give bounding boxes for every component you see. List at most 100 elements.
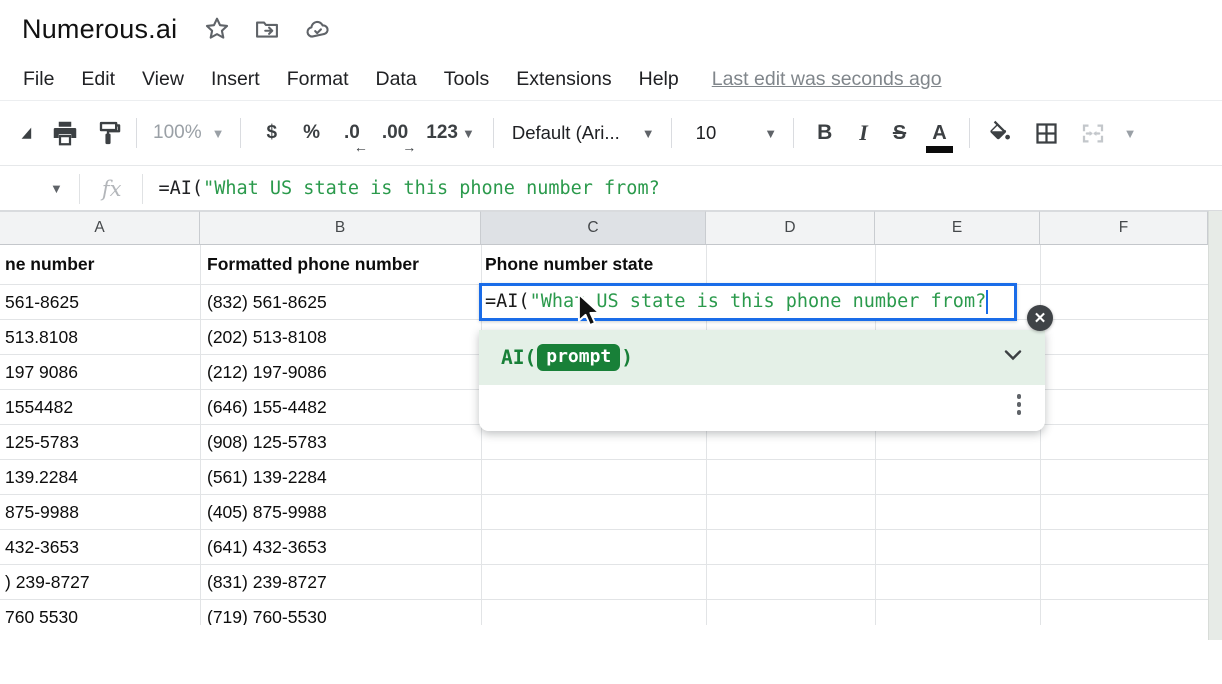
arrow-right-icon: → <box>402 139 416 155</box>
menu-edit[interactable]: Edit <box>81 68 115 91</box>
toolbar-divider <box>793 118 794 148</box>
cell-a11[interactable]: 760 5530 <box>0 600 199 625</box>
menu-help[interactable]: Help <box>639 68 679 91</box>
menu-insert[interactable]: Insert <box>211 68 260 91</box>
table-row: 875-9988(405) 875-9988 <box>0 495 1208 530</box>
cell-b9[interactable]: (641) 432-3653 <box>200 530 480 564</box>
cell-a7[interactable]: 139.2284 <box>0 460 199 494</box>
cell-b8[interactable]: (405) 875-9988 <box>200 495 480 529</box>
col-header-d[interactable]: D <box>706 211 875 245</box>
font-family-select[interactable]: Default (Ari... ▼ <box>512 122 655 144</box>
cell-a10[interactable]: ) 239-8727 <box>0 565 199 599</box>
cell-b7[interactable]: (561) 139-2284 <box>200 460 480 494</box>
hint-function-name: AI( <box>501 346 536 369</box>
menubar: File Edit View Insert Format Data Tools … <box>0 58 1222 100</box>
hint-footer-row <box>479 385 1045 431</box>
toolbar-divider <box>136 118 137 148</box>
print-icon[interactable] <box>50 118 80 148</box>
borders-icon[interactable] <box>1033 120 1060 147</box>
close-glyph: ✕ <box>1034 309 1047 327</box>
font-size-value: 10 <box>696 122 717 144</box>
menu-format[interactable]: Format <box>287 68 349 91</box>
zoom-control[interactable]: 100% ▼ <box>153 122 224 144</box>
chevron-down-icon: ▼ <box>642 127 655 140</box>
cell-a3[interactable]: 513.8108 <box>0 320 199 354</box>
vertical-scrollbar[interactable] <box>1208 211 1222 640</box>
table-row: 432-3653(641) 432-3653 <box>0 530 1208 565</box>
cell-a2[interactable]: 561-8625 <box>0 285 199 319</box>
menu-extensions[interactable]: Extensions <box>516 68 611 91</box>
col-header-b[interactable]: B <box>200 211 481 245</box>
cloud-saved-icon <box>303 15 333 43</box>
more-options-icon[interactable] <box>1017 394 1022 415</box>
table-row: ) 239-8727(831) 239-8727 <box>0 565 1208 600</box>
bold-button[interactable]: B <box>817 121 832 145</box>
menu-file[interactable]: File <box>23 68 54 91</box>
name-box-chevron-icon[interactable]: ▼ <box>50 181 63 196</box>
italic-button[interactable]: I <box>859 120 868 146</box>
cell-b11[interactable]: (719) 760-5530 <box>200 600 480 625</box>
format-percent-button[interactable]: % <box>303 122 320 144</box>
col-header-f[interactable]: F <box>1040 211 1208 245</box>
cell-b2[interactable]: (832) 561-8625 <box>200 285 480 319</box>
function-hint-popup: AI(prompt) <box>479 330 1045 431</box>
cell-b6[interactable]: (908) 125-5783 <box>200 425 480 459</box>
hint-argument-chip: prompt <box>537 344 620 371</box>
increase-decimal-button[interactable]: .00→ <box>382 122 408 144</box>
zoom-value: 100% <box>153 122 202 144</box>
cell-c1[interactable]: Phone number state <box>481 245 705 284</box>
text-color-button[interactable]: A <box>932 122 946 145</box>
cell-a1[interactable]: ne number <box>0 245 199 284</box>
cell-a4[interactable]: 197 9086 <box>0 355 199 389</box>
fill-color-icon[interactable] <box>986 120 1013 147</box>
toolbar-divider <box>493 118 494 148</box>
document-title[interactable]: Numerous.ai <box>22 14 177 45</box>
move-folder-icon[interactable] <box>253 15 281 43</box>
mouse-cursor <box>575 293 605 334</box>
cell-b10[interactable]: (831) 239-8727 <box>200 565 480 599</box>
table-row: 139.2284(561) 139-2284 <box>0 460 1208 495</box>
paint-format-icon[interactable] <box>94 119 122 147</box>
col-header-e[interactable]: E <box>875 211 1040 245</box>
menu-tools[interactable]: Tools <box>444 68 490 91</box>
cell-a6[interactable]: 125-5783 <box>0 425 199 459</box>
format-currency-button[interactable]: $ <box>266 122 277 144</box>
star-icon[interactable] <box>203 15 231 43</box>
active-cell-editor[interactable]: =AI("What US state is this phone number … <box>479 283 1017 321</box>
col-header-a[interactable]: A <box>0 211 200 245</box>
cell-a9[interactable]: 432-3653 <box>0 530 199 564</box>
arrow-left-icon: ← <box>354 139 368 155</box>
toolbar: 100% ▼ $ % .0← .00→ 123▼ Default (Ari...… <box>0 100 1222 166</box>
chevron-down-icon: ▼ <box>212 127 225 140</box>
formula-prefix: =AI( <box>159 178 204 199</box>
menu-view[interactable]: View <box>142 68 184 91</box>
toolbar-divider <box>969 118 970 148</box>
cell-a5[interactable]: 1554482 <box>0 390 199 424</box>
chevron-down-icon: ▼ <box>462 127 475 140</box>
cell-b5[interactable]: (646) 155-4482 <box>200 390 480 424</box>
cell-b3[interactable]: (202) 513-8108 <box>200 320 480 354</box>
cell-a8[interactable]: 875-9988 <box>0 495 199 529</box>
chevron-down-icon[interactable] <box>1003 348 1023 367</box>
cell-b4[interactable]: (212) 197-9086 <box>200 355 480 389</box>
chevron-down-icon[interactable]: ▼ <box>1124 127 1137 140</box>
function-signature-row[interactable]: AI(prompt) <box>479 330 1045 385</box>
partial-icon <box>20 126 32 140</box>
last-edit-status[interactable]: Last edit was seconds ago <box>712 68 942 91</box>
menu-data[interactable]: Data <box>376 68 417 91</box>
formula-input[interactable]: =AI("What US state is this phone number … <box>159 178 660 199</box>
font-name-value: Default (Ari... <box>512 122 620 144</box>
merge-cells-icon <box>1078 120 1108 147</box>
col-header-c[interactable]: C <box>481 211 706 245</box>
close-icon[interactable]: ✕ <box>1027 305 1053 331</box>
table-row: 760 5530(719) 760-5530 <box>0 600 1208 625</box>
more-formats-button[interactable]: 123▼ <box>426 122 475 144</box>
chevron-down-icon: ▼ <box>764 127 777 140</box>
formula-bar: ▼ fx =AI("What US state is this phone nu… <box>0 167 1222 211</box>
font-size-select[interactable]: 10 ▼ <box>696 122 777 144</box>
toolbar-divider <box>671 118 672 148</box>
hint-close-paren: ) <box>621 346 633 369</box>
strikethrough-button[interactable]: S <box>893 122 906 145</box>
cell-b1[interactable]: Formatted phone number <box>200 245 480 284</box>
decrease-decimal-button[interactable]: .0← <box>344 122 360 144</box>
